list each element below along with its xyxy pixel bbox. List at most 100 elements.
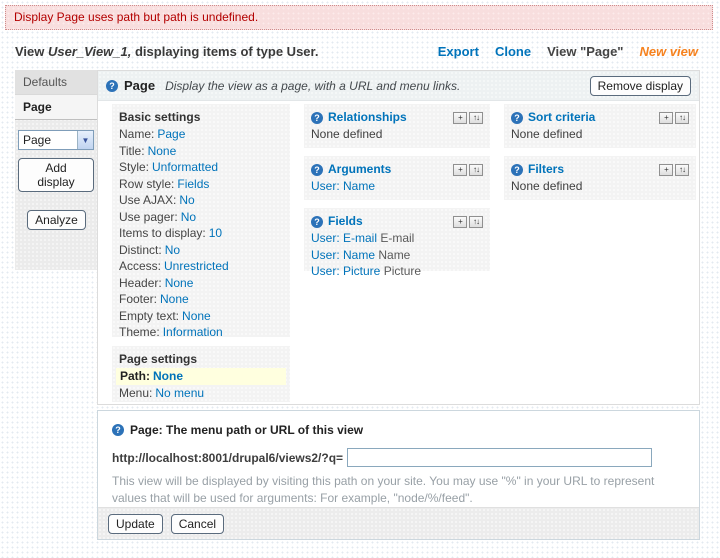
setting-menu-link[interactable]: No menu (155, 386, 204, 400)
rearrange-icon[interactable]: ↑↓ (675, 111, 689, 124)
field-row: User: E-mail E-mail (311, 231, 415, 245)
setting-row: Use pager: No (119, 209, 197, 224)
setting-distinct-link[interactable]: No (165, 243, 180, 257)
add-icon[interactable]: + (453, 111, 467, 124)
chevron-down-icon: ▼ (77, 131, 93, 149)
path-description: This view will be displayed by visiting … (112, 474, 655, 505)
help-icon[interactable]: ? (511, 111, 523, 124)
sort-criteria-title-link[interactable]: Sort criteria (528, 109, 659, 126)
fields-panel: ? Fields + ↑↓ User: E-mail E-mail User: … (304, 208, 490, 278)
relationships-empty: None defined (311, 127, 383, 141)
help-icon[interactable]: ? (311, 163, 323, 176)
arguments-panel: ? Arguments + ↑↓ User: Name (304, 156, 490, 200)
form-actions: Update Cancel (98, 507, 699, 539)
setting-name-link[interactable]: Page (157, 127, 185, 141)
setting-theme-link[interactable]: Information (163, 325, 223, 339)
tab-page[interactable]: Page (15, 95, 97, 120)
setting-ajax-link[interactable]: No (179, 193, 194, 207)
sort-criteria-empty: None defined (511, 127, 583, 141)
setting-pager-link[interactable]: No (181, 210, 196, 224)
field-row: User: Picture Picture (311, 264, 422, 278)
add-icon[interactable]: + (659, 111, 673, 124)
update-button[interactable]: Update (108, 513, 163, 534)
setting-row: Items to display: 10 (119, 226, 223, 240)
new-view-link[interactable]: New view (639, 44, 698, 59)
export-link[interactable]: Export (438, 44, 479, 59)
clone-link[interactable]: Clone (495, 44, 531, 59)
relationships-panel: ? Relationships + ↑↓ None defined (304, 104, 490, 148)
path-form-title-row: ? Page: The menu path or URL of this vie… (112, 423, 685, 437)
rearrange-icon[interactable]: ↑↓ (469, 111, 483, 124)
url-prefix: http://localhost:8001/drupal6/views2/?q= (112, 450, 344, 465)
analyze-button[interactable]: Analyze (27, 210, 86, 230)
field-picture-link[interactable]: User: Picture (311, 264, 380, 278)
setting-row: Use AJAX: No (119, 193, 195, 207)
display-description: Display the view as a page, with a URL a… (165, 78, 461, 93)
setting-access-link[interactable]: Unrestricted (164, 259, 229, 273)
setting-items-link[interactable]: 10 (209, 226, 222, 240)
help-icon[interactable]: ? (106, 79, 118, 92)
setting-style-link[interactable]: Unformatted (152, 160, 218, 174)
fields-title-link[interactable]: Fields (328, 213, 453, 230)
help-icon[interactable]: ? (112, 424, 124, 436)
path-form-title: Page: The menu path or URL of this view (130, 423, 364, 437)
menu-setting-row: Menu: No menu (119, 386, 205, 400)
view-title: View User_View_1, displaying items of ty… (15, 44, 438, 59)
view-page-link[interactable]: View "Page" (547, 44, 623, 59)
relationships-title-link[interactable]: Relationships (328, 109, 453, 126)
path-url-row: http://localhost:8001/drupal6/views2/?q= (112, 448, 685, 467)
setting-footer-link[interactable]: None (160, 292, 189, 306)
cancel-button[interactable]: Cancel (170, 513, 225, 534)
page-settings-heading: Page settings (119, 352, 198, 366)
view-name: User_View_1, (48, 44, 132, 59)
arguments-title-link[interactable]: Arguments (328, 161, 453, 178)
field-email-link[interactable]: User: E-mail (311, 231, 377, 245)
tab-defaults[interactable]: Defaults (15, 70, 97, 95)
filters-empty: None defined (511, 179, 583, 193)
rearrange-icon[interactable]: ↑↓ (469, 163, 483, 176)
display-type-select-value: Page (23, 133, 52, 147)
rearrange-icon[interactable]: ↑↓ (675, 163, 689, 176)
display-title: Page (124, 78, 156, 93)
add-icon[interactable]: + (659, 163, 673, 176)
setting-row: Header: None (119, 275, 194, 290)
setting-empty-text-link[interactable]: None (182, 309, 211, 323)
help-icon[interactable]: ? (311, 215, 323, 228)
filters-panel: ? Filters + ↑↓ None defined (504, 156, 696, 200)
setting-row-style-link[interactable]: Fields (177, 177, 209, 191)
error-banner: Display Page uses path but path is undef… (5, 5, 713, 30)
display-settings-box: ? Page Display the view as a page, with … (97, 70, 700, 405)
view-header: View User_View_1, displaying items of ty… (15, 44, 710, 59)
filters-title-link[interactable]: Filters (528, 161, 659, 178)
field-name-link[interactable]: User: Name (311, 248, 375, 262)
setting-row: Access: Unrestricted (119, 259, 229, 273)
view-title-suffix: displaying items of type User. (131, 44, 319, 59)
view-title-prefix: View (15, 44, 49, 59)
help-icon[interactable]: ? (511, 163, 523, 176)
setting-row: Title: None (119, 143, 177, 158)
setting-row: Footer: None (119, 292, 189, 306)
setting-row: Row style: Fields (119, 176, 210, 191)
rearrange-icon[interactable]: ↑↓ (469, 215, 483, 228)
help-icon[interactable]: ? (311, 111, 323, 124)
path-input[interactable] (347, 448, 653, 467)
add-icon[interactable]: + (453, 163, 467, 176)
path-setting-row: Path: None (116, 368, 286, 385)
setting-path-link[interactable]: None (153, 369, 183, 383)
add-icon[interactable]: + (453, 215, 467, 228)
field-row: User: Name Name (311, 247, 411, 262)
remove-display-button[interactable]: Remove display (589, 75, 691, 96)
basic-settings-panel: Basic settings Name: Page Title: None Styl… (112, 104, 290, 339)
error-message: Display Page uses path but path is undef… (14, 10, 259, 24)
setting-row: Style: Unformatted (119, 160, 219, 174)
setting-header-link[interactable]: None (165, 276, 194, 290)
display-header: ? Page Display the view as a page, with … (98, 71, 699, 101)
path-form: ? Page: The menu path or URL of this vie… (97, 410, 700, 540)
setting-title-link[interactable]: None (148, 144, 177, 158)
argument-link[interactable]: User: Name (311, 179, 375, 193)
setting-row: Theme: Information (119, 325, 223, 339)
setting-row: Name: Page (119, 127, 186, 141)
display-type-select[interactable]: Page ▼ (18, 130, 94, 150)
basic-settings-heading: Basic settings (119, 110, 201, 124)
add-display-button[interactable]: Add display (18, 158, 94, 192)
